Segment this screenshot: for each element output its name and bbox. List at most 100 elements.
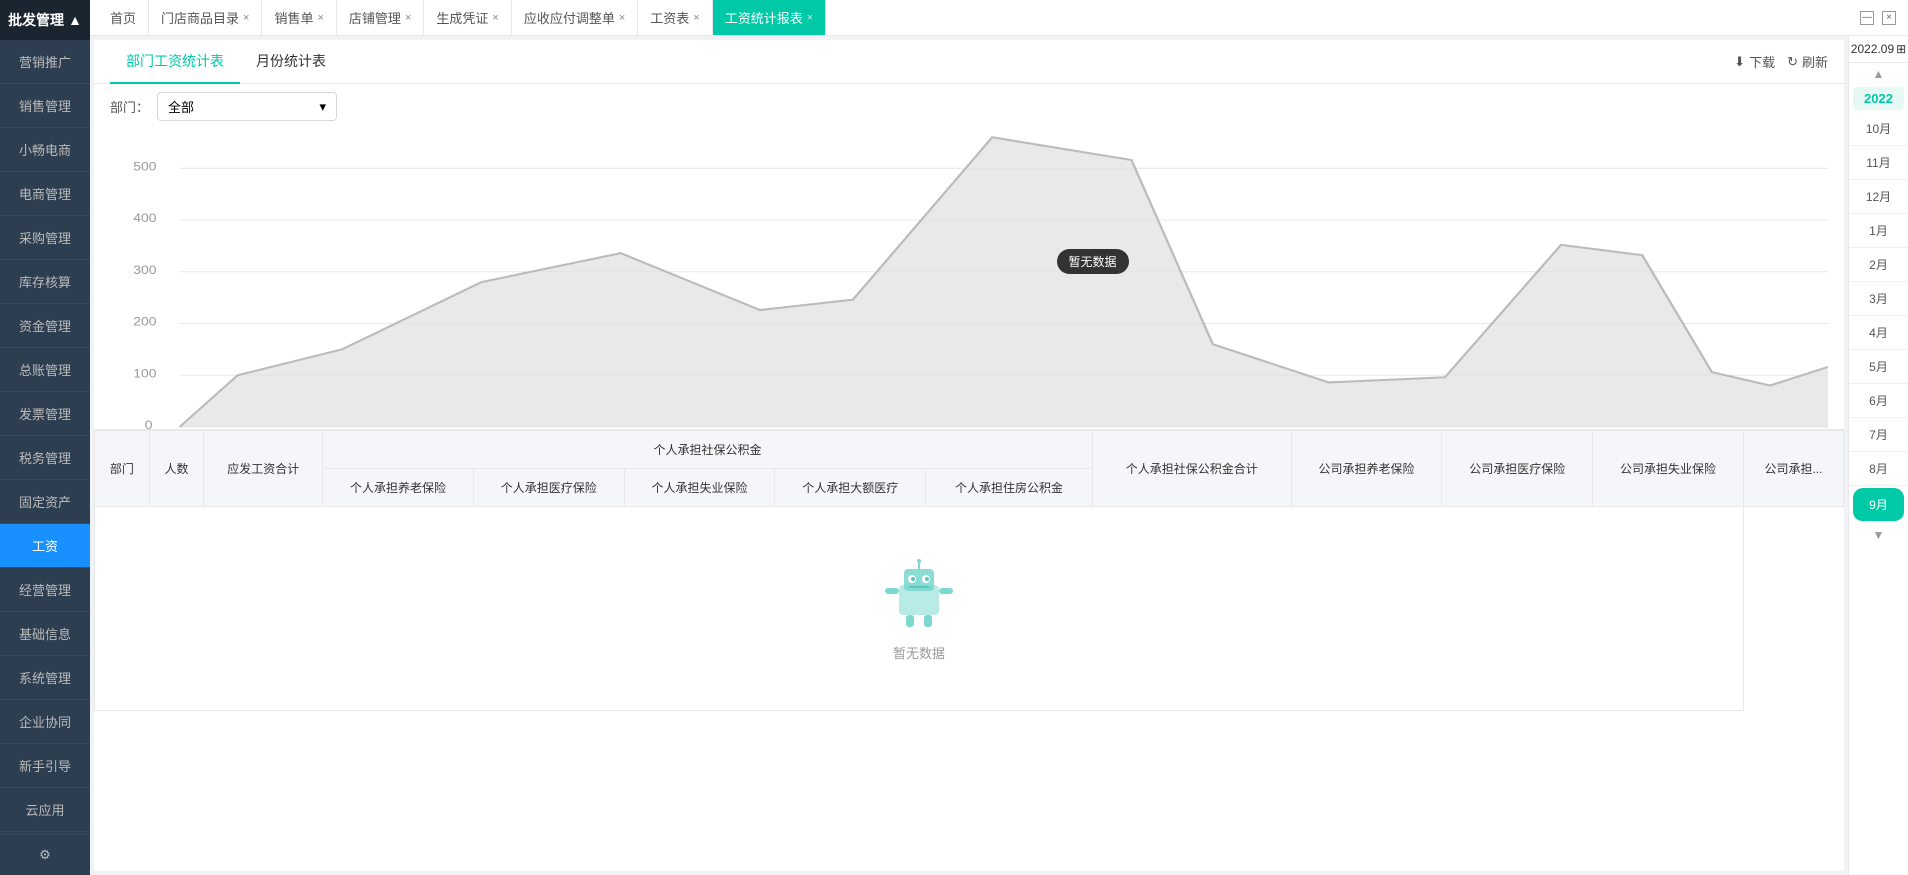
sidebar-collapse-icon: ▲ [68,12,82,28]
tab-close-icon[interactable]: × [807,12,813,24]
tab-close-icon[interactable]: × [492,12,498,24]
month-item-1月[interactable]: 1月 [1849,214,1908,248]
sub-tabs: 部门工资统计表月份统计表 ⬇ 下载 ↻ 刷新 [94,40,1844,84]
table-empty-row: 暂无数据 [95,507,1744,711]
refresh-icon: ↻ [1787,54,1798,70]
month-item-8月[interactable]: 8月 [1849,452,1908,486]
sidebar-header[interactable]: 批发管理 ▲ [0,0,90,40]
th-company-more: 公司承担... [1743,431,1843,507]
sidebar-item-采购管理[interactable]: 采购管理 [0,216,90,260]
sidebar-items: 营销推广销售管理小畅电商电商管理采购管理库存核算资金管理总账管理发票管理税务管理… [0,40,90,832]
svg-text:300: 300 [133,263,156,277]
chart-area-fill [180,137,1828,427]
month-item-7月[interactable]: 7月 [1849,418,1908,452]
month-item-6月[interactable]: 6月 [1849,384,1908,418]
month-item-9月[interactable]: 9月 [1853,488,1904,522]
sidebar-item-销售管理[interactable]: 销售管理 [0,84,90,128]
tab-close-icon[interactable]: × [317,12,323,24]
tab-门店商品目录[interactable]: 门店商品目录 × [149,0,262,36]
stats-table: 部门 人数 应发工资合计 个人承担社保公积金 个人承担社保公积金合计 公司承担养… [94,430,1844,711]
month-item-5月[interactable]: 5月 [1849,350,1908,384]
tab-首页[interactable]: 首页 [98,0,149,36]
tab-应收应付调整单[interactable]: 应收应付调整单× [512,0,638,36]
sidebar-item-总账管理[interactable]: 总账管理 [0,348,90,392]
sidebar-title: 批发管理 [8,10,64,30]
sub-tab-月份统计表[interactable]: 月份统计表 [240,40,342,84]
no-data-tooltip: 暂无数据 [1057,249,1129,274]
month-item-10月[interactable]: 10月 [1849,112,1908,146]
line-chart: 0 100 200 300 400 500 [110,129,1828,429]
month-item-4月[interactable]: 4月 [1849,316,1908,350]
svg-text:500: 500 [133,159,156,173]
download-btn[interactable]: ⬇ 下载 [1734,52,1775,71]
table-wrapper: 部门 人数 应发工资合计 个人承担社保公积金 个人承担社保公积金合计 公司承担养… [94,429,1844,871]
panel-up-arrow[interactable]: ▲ [1849,63,1908,85]
month-item-11月[interactable]: 11月 [1849,146,1908,180]
th-total-wage: 应发工资合计 [204,431,323,507]
sidebar-item-新手引导[interactable]: 新手引导 [0,744,90,788]
sidebar-item-库存核算[interactable]: 库存核算 [0,260,90,304]
content-area: 部门工资统计表月份统计表 ⬇ 下载 ↻ 刷新 部门： 全部 ▾ [90,36,1908,875]
dept-select[interactable]: 全部 ▾ [157,92,337,121]
year-label[interactable]: 2022.09 ⊞ [1849,36,1908,63]
sub-tabs-container: 部门工资统计表月份统计表 [110,40,342,84]
sidebar-item-发票管理[interactable]: 发票管理 [0,392,90,436]
year-highlight[interactable]: 2022 [1853,87,1904,110]
sidebar-item-营销推广[interactable]: 营销推广 [0,40,90,84]
tab-close-icon[interactable]: × [405,12,411,24]
sidebar-item-云应用[interactable]: 云应用 [0,788,90,832]
empty-state: 暂无数据 [103,515,1735,702]
dept-select-value: 全部 [168,97,194,116]
tab-工资统计报表[interactable]: 工资统计报表 × [713,0,826,36]
main-area: 首页门店商品目录×销售单×店铺管理×生成凭证×应收应付调整单×工资表×工资统计报… [90,0,1908,875]
tab-label: 首页 [110,8,136,27]
sidebar-item-固定资产[interactable]: 固定资产 [0,480,90,524]
sidebar-item-企业协同[interactable]: 企业协同 [0,700,90,744]
th-personal-major: 个人承担大额医疗 [775,469,926,507]
chart-area: 0 100 200 300 400 500 [94,129,1844,429]
window-minimize[interactable]: — [1860,11,1874,25]
empty-text: 暂无数据 [893,643,945,662]
sub-tab-部门工资统计表[interactable]: 部门工资统计表 [110,40,240,84]
sidebar: 批发管理 ▲ 营销推广销售管理小畅电商电商管理采购管理库存核算资金管理总账管理发… [0,0,90,875]
tab-店铺管理[interactable]: 店铺管理 × [337,0,424,36]
tab-工资表[interactable]: 工资表× [638,0,712,36]
tab-close-icon[interactable]: × [619,12,625,24]
refresh-btn[interactable]: ↻ 刷新 [1787,52,1828,71]
tab-label: 门店商品目录 [161,8,239,27]
sidebar-item-小畅电商[interactable]: 小畅电商 [0,128,90,172]
th-personal-insurance: 个人承担社保公积金 [323,431,1093,469]
tabs-container: 首页门店商品目录×销售单×店铺管理×生成凭证×应收应付调整单×工资表×工资统计报… [98,0,1860,36]
th-company-old: 公司承担养老保险 [1291,431,1442,507]
tab-close-icon[interactable]: × [243,12,249,24]
tab-label: 销售单 [274,8,313,27]
download-icon: ⬇ [1734,54,1745,70]
month-item-2月[interactable]: 2月 [1849,248,1908,282]
sidebar-item-税务管理[interactable]: 税务管理 [0,436,90,480]
window-controls: — × [1860,11,1900,25]
download-label: 下载 [1749,52,1775,71]
year-label-text: 2022.09 [1851,42,1894,56]
tab-生成凭证[interactable]: 生成凭证× [424,0,511,36]
sidebar-item-基础信息[interactable]: 基础信息 [0,612,90,656]
sidebar-item-电商管理[interactable]: 电商管理 [0,172,90,216]
tab-close-icon[interactable]: × [693,12,699,24]
sidebar-item-系统管理[interactable]: 系统管理 [0,656,90,700]
sidebar-item-资金管理[interactable]: 资金管理 [0,304,90,348]
th-company-medical: 公司承担医疗保险 [1442,431,1593,507]
sidebar-settings[interactable]: ⚙ [0,834,90,875]
th-personal-old: 个人承担养老保险 [323,469,474,507]
tab-label: 工资统计报表 [725,8,803,27]
month-item-3月[interactable]: 3月 [1849,282,1908,316]
sidebar-item-工资[interactable]: 工资 [0,524,90,568]
page-content: 部门工资统计表月份统计表 ⬇ 下载 ↻ 刷新 部门： 全部 ▾ [94,40,1844,871]
empty-robot-icon [879,555,959,635]
tab-销售单[interactable]: 销售单 × [262,0,336,36]
th-count: 人数 [149,431,204,507]
sidebar-item-经营管理[interactable]: 经营管理 [0,568,90,612]
month-item-12月[interactable]: 12月 [1849,180,1908,214]
panel-filter-icon: ⊞ [1896,42,1906,56]
window-close[interactable]: × [1882,11,1896,25]
tab-label: 店铺管理 [349,8,401,27]
panel-down-arrow[interactable]: ▼ [1849,524,1908,546]
